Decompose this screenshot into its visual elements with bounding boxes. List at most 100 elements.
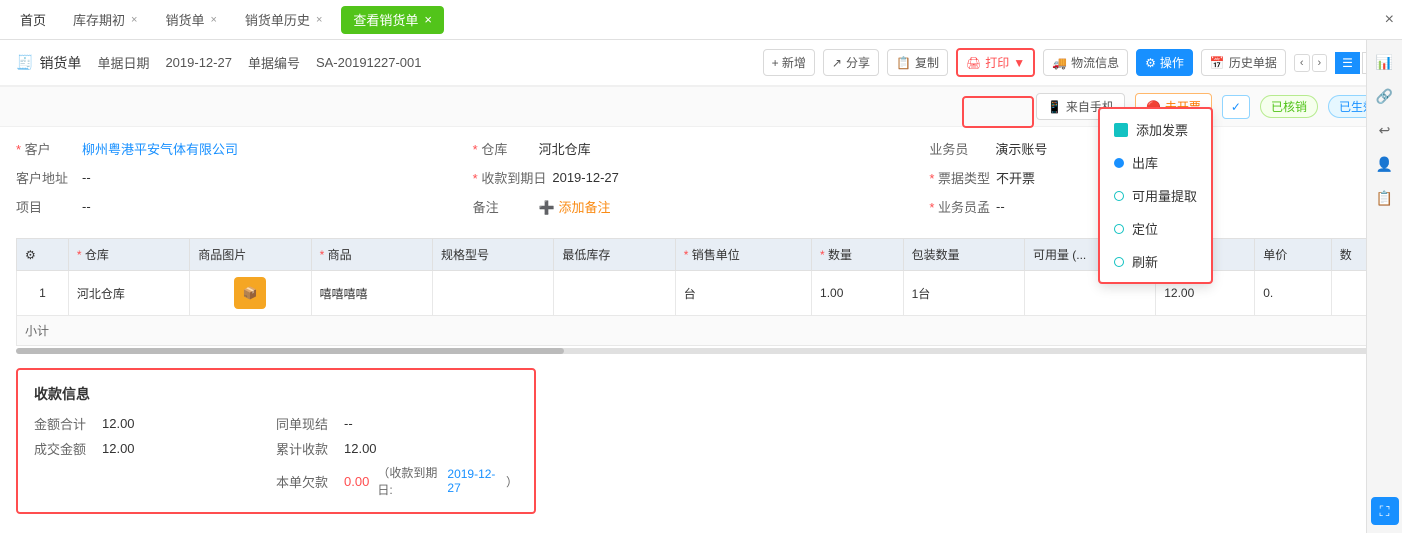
row-min-stock — [554, 271, 675, 316]
address-label: 客户地址 — [16, 168, 76, 187]
confirm-button[interactable]: ✓ — [1222, 95, 1250, 119]
horizontal-scrollbar[interactable] — [16, 348, 1386, 354]
warehouse-value: 河北仓库 — [539, 139, 591, 158]
col-quantity: 数量 — [812, 239, 904, 271]
tab-sales-label: 销货单 — [165, 10, 204, 29]
tab-bar: 首页 库存期初 × 销货单 × 销货单历史 × 查看销货单 × × — [0, 0, 1402, 40]
total-received-label: 累计收款 — [276, 439, 336, 458]
outbound-item[interactable]: 出库 — [1100, 146, 1211, 179]
row-warehouse: 河北仓库 — [68, 271, 189, 316]
add-remarks-button[interactable]: ➕ 添加备注 — [539, 197, 611, 216]
subtotal-label: 小计 — [17, 316, 1386, 346]
window-close-button[interactable]: × — [1385, 11, 1394, 29]
next-arrow[interactable]: › — [1312, 54, 1328, 72]
warehouse-field: 仓库 河北仓库 — [473, 139, 930, 158]
prev-arrow[interactable]: ‹ — [1294, 54, 1310, 72]
col-min-stock: 最低库存 — [554, 239, 675, 271]
row-quantity: 1.00 — [812, 271, 904, 316]
tab-inventory-label: 库存期初 — [73, 10, 125, 29]
row-product-img: 📦 — [190, 271, 311, 316]
remarks-field: 备注 ➕ 添加备注 — [473, 197, 930, 216]
customer-field: 客户 柳州粤港平安气体有限公司 — [16, 139, 473, 158]
copy-icon: 📋 — [896, 56, 911, 70]
sidebar-icon-chart[interactable]: 📊 — [1371, 48, 1399, 76]
doc-date-value: 2019-12-27 — [165, 55, 232, 70]
sidebar-icon-user[interactable]: 👤 — [1371, 150, 1399, 178]
operations-button[interactable]: ⚙ 操作 — [1136, 49, 1193, 76]
history-button[interactable]: 📅 历史单据 — [1201, 49, 1286, 76]
tab-view-sales-close[interactable]: × — [424, 12, 432, 27]
list-view-btn[interactable]: ☰ — [1335, 52, 1360, 74]
tab-sales[interactable]: 销货单 × — [152, 4, 229, 36]
tab-history-close[interactable]: × — [316, 14, 322, 26]
new-button[interactable]: + 新增 — [763, 49, 815, 76]
share-label: 分享 — [846, 54, 870, 71]
locate-item[interactable]: 定位 — [1100, 212, 1211, 245]
same-order-settle-row: 同单现结 -- — [276, 414, 518, 433]
outstanding-value: 0.00 — [344, 474, 369, 489]
sidebar-icon-return[interactable]: ↩ — [1371, 116, 1399, 144]
doc-number-value: SA-20191227-001 — [316, 55, 422, 70]
col-product: 商品 — [311, 239, 432, 271]
sidebar-icon-link[interactable]: 🔗 — [1371, 82, 1399, 110]
payment-date-label: 收款到期日 — [473, 168, 547, 187]
logistics-icon: 🚚 — [1052, 56, 1067, 70]
locate-icon — [1114, 224, 1124, 234]
project-label: 项目 — [16, 197, 76, 216]
available-qty-item[interactable]: 可用量提取 — [1100, 179, 1211, 212]
print-button[interactable]: 🖨 打印 ▼ — [956, 48, 1035, 77]
payment-date-field: 收款到期日 2019-12-27 — [473, 168, 930, 187]
project-field: 项目 -- — [16, 197, 473, 216]
add-invoice-item[interactable]: 添加发票 — [1100, 113, 1211, 146]
customer-value[interactable]: 柳州粤港平安气体有限公司 — [82, 139, 238, 158]
outbound-icon — [1114, 158, 1124, 168]
tab-inventory-close[interactable]: × — [131, 14, 137, 26]
operations-label: 操作 — [1160, 54, 1184, 71]
confirm-icon: ✓ — [1231, 100, 1241, 114]
refresh-icon — [1114, 257, 1124, 267]
total-received-value: 12.00 — [344, 441, 377, 456]
outstanding-row: 本单欠款 0.00 （收款到期日: 2019-12-27 ） — [276, 464, 518, 498]
total-amount-row: 金额合计 12.00 — [34, 414, 276, 433]
staff2-value: -- — [996, 199, 1005, 214]
share-button[interactable]: ↗ 分享 — [823, 49, 879, 76]
address-value: -- — [82, 170, 91, 185]
staff2-label: 业务员孟 — [929, 197, 990, 216]
refresh-item[interactable]: 刷新 — [1100, 245, 1211, 278]
row-pack-qty: 1台 — [903, 271, 1024, 316]
col-spec: 规格型号 — [432, 239, 553, 271]
tab-home[interactable]: 首页 — [8, 10, 58, 29]
row-seq: 1 — [17, 271, 69, 316]
share-icon: ↗ — [832, 56, 842, 70]
sidebar-icon-doc[interactable]: 📋 — [1371, 184, 1399, 212]
logistics-label: 物流信息 — [1071, 54, 1119, 71]
row-unit-price: 0. — [1255, 271, 1332, 316]
outstanding-note: （收款到期日: — [377, 464, 439, 498]
tab-history[interactable]: 销货单历史 × — [232, 4, 335, 36]
tab-inventory[interactable]: 库存期初 × — [60, 4, 150, 36]
outstanding-label: 本单欠款 — [276, 472, 336, 491]
deal-amount-row: 成交金额 12.00 — [34, 439, 276, 458]
sidebar-icon-expand[interactable]: ⛶ — [1371, 497, 1399, 525]
print-label: 打印 — [985, 54, 1009, 71]
deal-amount-label: 成交金额 — [34, 439, 94, 458]
row-sales-unit: 台 — [675, 271, 811, 316]
available-qty-label: 可用量提取 — [1132, 186, 1197, 205]
nav-arrows: ‹ › — [1294, 54, 1327, 72]
refresh-label: 刷新 — [1132, 252, 1158, 271]
tab-sales-close[interactable]: × — [210, 14, 216, 26]
outstanding-date: 2019-12-27 — [447, 467, 498, 495]
tab-view-sales[interactable]: 查看销货单 × — [341, 6, 444, 34]
available-qty-icon — [1114, 191, 1124, 201]
empty-row — [34, 464, 276, 498]
doc-number-label: 单据编号 — [248, 53, 300, 72]
project-value: -- — [82, 199, 91, 214]
payment-info-grid: 金额合计 12.00 同单现结 -- 成交金额 12.00 累计收款 12.00 — [34, 414, 518, 498]
total-amount-label: 金额合计 — [34, 414, 94, 433]
doc-date-label: 单据日期 — [97, 53, 149, 72]
history-label: 历史单据 — [1229, 54, 1277, 71]
print-dropdown-arrow: ▼ — [1013, 56, 1025, 70]
staff-label: 业务员 — [929, 139, 989, 158]
copy-button[interactable]: 📋 复制 — [887, 49, 948, 76]
logistics-button[interactable]: 🚚 物流信息 — [1043, 49, 1128, 76]
